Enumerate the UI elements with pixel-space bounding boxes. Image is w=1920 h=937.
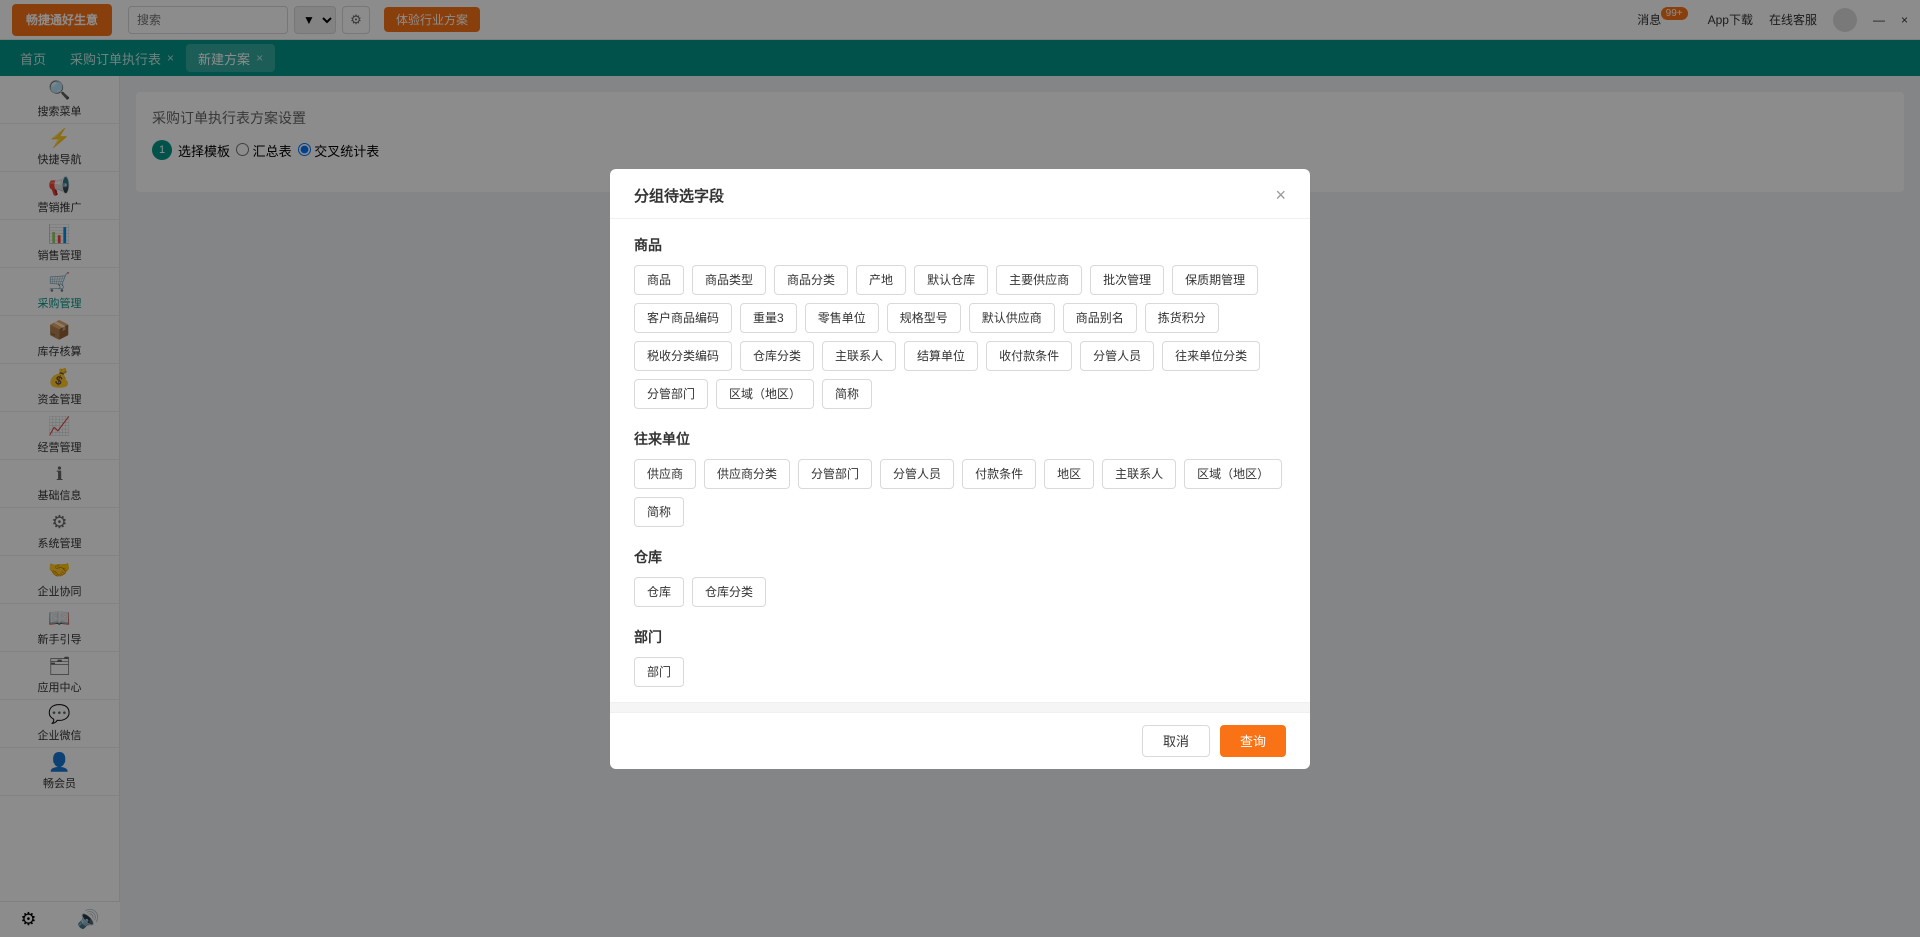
field-tag-partner-6[interactable]: 主联系人 <box>1102 459 1176 489</box>
modal-title: 分组待选字段 <box>634 185 724 206</box>
field-tag-goods-11[interactable]: 规格型号 <box>887 303 961 333</box>
field-tag-goods-20[interactable]: 分管人员 <box>1080 341 1154 371</box>
field-tag-goods-23[interactable]: 区域（地区） <box>716 379 814 409</box>
modal-footer: 取消 查询 <box>610 712 1310 769</box>
field-tag-goods-14[interactable]: 拣货积分 <box>1145 303 1219 333</box>
field-tag-goods-7[interactable]: 保质期管理 <box>1172 265 1258 295</box>
field-tag-goods-2[interactable]: 商品分类 <box>774 265 848 295</box>
field-tag-goods-8[interactable]: 客户商品编码 <box>634 303 732 333</box>
field-tag-goods-18[interactable]: 结算单位 <box>904 341 978 371</box>
confirm-button[interactable]: 查询 <box>1220 725 1286 757</box>
field-tag-goods-5[interactable]: 主要供应商 <box>996 265 1082 295</box>
field-group-warehouse-title: 仓库 <box>634 547 1286 567</box>
modal-close-icon[interactable]: × <box>1275 185 1286 206</box>
field-group-partner-title: 往来单位 <box>634 429 1286 449</box>
field-tag-dept-0[interactable]: 部门 <box>634 657 684 687</box>
field-select-modal: 分组待选字段 × 商品 商品 商品类型 商品分类 产地 默认仓库 主要供应商 批… <box>610 169 1310 769</box>
field-tag-goods-9[interactable]: 重量3 <box>740 303 797 333</box>
field-tag-partner-0[interactable]: 供应商 <box>634 459 696 489</box>
modal-header: 分组待选字段 × <box>610 169 1310 219</box>
field-tag-goods-12[interactable]: 默认供应商 <box>969 303 1055 333</box>
field-tag-goods-21[interactable]: 往来单位分类 <box>1162 341 1260 371</box>
field-tag-goods-3[interactable]: 产地 <box>856 265 906 295</box>
field-tag-goods-15[interactable]: 税收分类编码 <box>634 341 732 371</box>
field-tag-partner-5[interactable]: 地区 <box>1044 459 1094 489</box>
field-tag-partner-8[interactable]: 简称 <box>634 497 684 527</box>
field-tag-warehouse-0[interactable]: 仓库 <box>634 577 684 607</box>
field-tags-goods: 商品 商品类型 商品分类 产地 默认仓库 主要供应商 批次管理 保质期管理 客户… <box>634 265 1286 409</box>
field-tag-goods-13[interactable]: 商品别名 <box>1063 303 1137 333</box>
field-group-warehouse: 仓库 仓库 仓库分类 <box>634 547 1286 607</box>
field-group-goods-title: 商品 <box>634 235 1286 255</box>
field-tag-partner-1[interactable]: 供应商分类 <box>704 459 790 489</box>
field-tag-partner-4[interactable]: 付款条件 <box>962 459 1036 489</box>
cancel-button[interactable]: 取消 <box>1142 725 1210 757</box>
field-tag-partner-2[interactable]: 分管部门 <box>798 459 872 489</box>
field-tags-partner: 供应商 供应商分类 分管部门 分管人员 付款条件 地区 主联系人 区域（地区） … <box>634 459 1286 527</box>
modal-body: 商品 商品 商品类型 商品分类 产地 默认仓库 主要供应商 批次管理 保质期管理… <box>610 219 1310 702</box>
field-group-dept-title: 部门 <box>634 627 1286 647</box>
field-group-dept: 部门 部门 <box>634 627 1286 687</box>
field-tag-goods-22[interactable]: 分管部门 <box>634 379 708 409</box>
field-tag-goods-16[interactable]: 仓库分类 <box>740 341 814 371</box>
field-tag-goods-10[interactable]: 零售单位 <box>805 303 879 333</box>
field-tag-partner-3[interactable]: 分管人员 <box>880 459 954 489</box>
modal-horizontal-scrollbar[interactable] <box>610 702 1310 712</box>
field-tag-goods-19[interactable]: 收付款条件 <box>986 341 1072 371</box>
field-tags-dept: 部门 <box>634 657 1286 687</box>
modal-overlay: 分组待选字段 × 商品 商品 商品类型 商品分类 产地 默认仓库 主要供应商 批… <box>0 0 1920 937</box>
field-group-partner: 往来单位 供应商 供应商分类 分管部门 分管人员 付款条件 地区 主联系人 区域… <box>634 429 1286 527</box>
field-tag-goods-4[interactable]: 默认仓库 <box>914 265 988 295</box>
field-tag-goods-24[interactable]: 简称 <box>822 379 872 409</box>
field-tag-goods-0[interactable]: 商品 <box>634 265 684 295</box>
field-tag-goods-17[interactable]: 主联系人 <box>822 341 896 371</box>
field-tag-goods-6[interactable]: 批次管理 <box>1090 265 1164 295</box>
field-tag-partner-7[interactable]: 区域（地区） <box>1184 459 1282 489</box>
field-group-goods: 商品 商品 商品类型 商品分类 产地 默认仓库 主要供应商 批次管理 保质期管理… <box>634 235 1286 409</box>
field-tag-goods-1[interactable]: 商品类型 <box>692 265 766 295</box>
field-tag-warehouse-1[interactable]: 仓库分类 <box>692 577 766 607</box>
field-tags-warehouse: 仓库 仓库分类 <box>634 577 1286 607</box>
